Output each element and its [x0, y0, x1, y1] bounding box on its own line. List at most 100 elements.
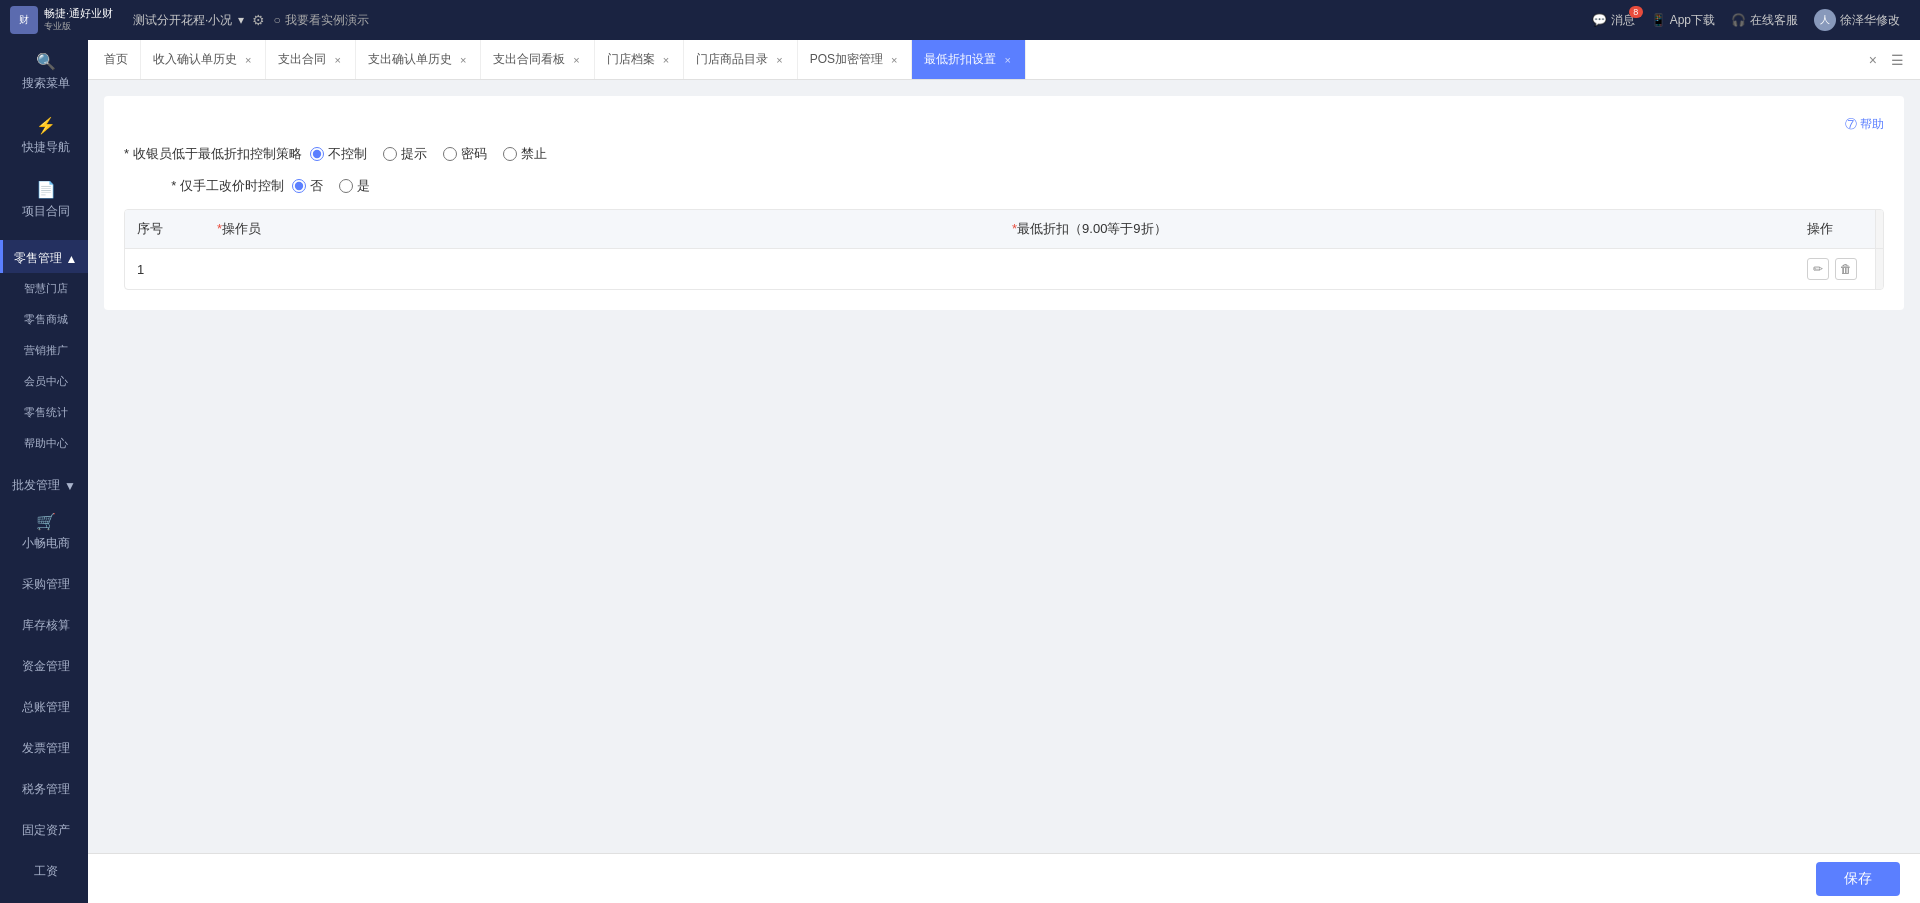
tab-close-all-icon[interactable]: ×	[1865, 50, 1881, 70]
top-bar: 财 畅捷·通好业财 专业版 测试分开花程·小况 ▾ ⚙ ○ 我要看实例演示 💬 …	[0, 0, 1920, 40]
sidebar-item-wholesale[interactable]: 批发管理 ▼	[0, 467, 88, 500]
demo-icon: ○	[273, 13, 280, 27]
tab-min-discount[interactable]: 最低折扣设置 ×	[912, 40, 1025, 80]
radio-remind-input[interactable]	[383, 147, 397, 161]
sidebar-item-help-center[interactable]: 帮助中心	[0, 428, 88, 459]
message-button[interactable]: 💬 消息 8	[1592, 12, 1635, 29]
tab-label: 首页	[104, 51, 128, 68]
demo-link[interactable]: ○ 我要看实例演示	[273, 12, 368, 29]
logo-sub: 专业版	[44, 20, 113, 33]
online-service-button[interactable]: 🎧 在线客服	[1731, 12, 1798, 29]
cashier-control-label: * 收银员低于最低折扣控制策略	[124, 145, 302, 163]
sidebar-item-label: 搜索菜单	[22, 75, 70, 92]
project-selector[interactable]: 测试分开花程·小况 ▾	[133, 12, 244, 29]
app-download-label: App下载	[1670, 12, 1715, 29]
cell-seq: 1	[125, 254, 205, 285]
radio-no-control-input[interactable]	[310, 147, 324, 161]
app-logo: 财 畅捷·通好业财 专业版	[10, 6, 113, 34]
col-header-actions: 操作	[1795, 210, 1875, 248]
sidebar-item-marketing[interactable]: 营销推广	[0, 335, 88, 366]
tab-close-icon[interactable]: ×	[332, 53, 342, 67]
radio-remind[interactable]: 提示	[383, 145, 427, 163]
radio-yes-input[interactable]	[339, 179, 353, 193]
tab-close-icon[interactable]: ×	[571, 53, 581, 67]
tab-store-product[interactable]: 门店商品目录 ×	[684, 40, 797, 80]
tab-expense-history[interactable]: 支出确认单历史 ×	[356, 40, 481, 80]
sidebar-item-smart-store[interactable]: 智慧门店	[0, 273, 88, 304]
service-icon: 🎧	[1731, 13, 1746, 27]
sidebar-item-finance[interactable]: 资金管理	[0, 646, 88, 687]
help-link[interactable]: ⑦ 帮助	[1845, 116, 1884, 133]
sidebar-item-retail-stats[interactable]: 零售统计	[0, 397, 88, 428]
sidebar-item-label: 工资	[34, 863, 58, 880]
sidebar-item-inventory[interactable]: 库存核算	[0, 605, 88, 646]
sidebar-item-invoice[interactable]: 发票管理	[0, 728, 88, 769]
radio-password[interactable]: 密码	[443, 145, 487, 163]
sidebar-item-label: 帮助中心	[24, 436, 68, 451]
sidebar-item-tax[interactable]: 税务管理	[0, 769, 88, 810]
sidebar-item-label: 会员中心	[24, 374, 68, 389]
tab-close-icon[interactable]: ×	[661, 53, 671, 67]
avatar: 人	[1814, 9, 1836, 31]
tab-label: POS加密管理	[810, 51, 883, 68]
user-menu[interactable]: 人 徐泽华修改	[1814, 9, 1900, 31]
tab-close-active-icon[interactable]: ×	[1002, 53, 1012, 67]
sidebar-item-ecommerce[interactable]: 🛒 小畅电商	[0, 500, 88, 564]
sidebar-item-purchase[interactable]: 采购管理	[0, 564, 88, 605]
edit-row-button[interactable]: ✏	[1807, 258, 1829, 280]
tab-expense-contract[interactable]: 支出合同 ×	[266, 40, 355, 80]
sidebar-item-salary[interactable]: 工资	[0, 851, 88, 892]
tab-close-icon[interactable]: ×	[243, 53, 253, 67]
save-button[interactable]: 保存	[1816, 862, 1900, 896]
tab-home[interactable]: 首页	[92, 40, 141, 80]
sidebar-bottom: ⚙	[0, 892, 88, 903]
sidebar-item-member-center[interactable]: 会员中心	[0, 366, 88, 397]
tab-label: 门店档案	[607, 51, 655, 68]
tab-label: 门店商品目录	[696, 51, 768, 68]
top-bar-right: 💬 消息 8 📱 App下载 🎧 在线客服 人 徐泽华修改	[1592, 9, 1910, 31]
settings-card: ⑦ 帮助 * 收银员低于最低折扣控制策略 不控制 提示	[104, 96, 1904, 310]
delete-row-button[interactable]: 🗑	[1835, 258, 1857, 280]
sidebar-item-quick-nav[interactable]: ⚡ 快捷导航	[0, 104, 88, 168]
sidebar-item-retail[interactable]: 零售管理 ▲	[0, 240, 88, 273]
table-rows: 1 ✏ 🗑	[125, 249, 1875, 289]
tab-bar: 首页 收入确认单历史 × 支出合同 × 支出确认单历史 × 支出合同看板 × 门…	[88, 40, 1920, 80]
table-row: 1 ✏ 🗑	[125, 249, 1875, 289]
radio-no-control[interactable]: 不控制	[310, 145, 367, 163]
sidebar-item-project-contract[interactable]: 📄 项目合同	[0, 168, 88, 232]
radio-no-label: 否	[310, 177, 323, 195]
radio-no-input[interactable]	[292, 179, 306, 193]
radio-yes[interactable]: 是	[339, 177, 370, 195]
tab-expense-board[interactable]: 支出合同看板 ×	[481, 40, 594, 80]
tab-pos-encrypt[interactable]: POS加密管理 ×	[798, 40, 913, 80]
app-download-button[interactable]: 📱 App下载	[1651, 12, 1715, 29]
radio-forbid-input[interactable]	[503, 147, 517, 161]
tab-label: 收入确认单历史	[153, 51, 237, 68]
sidebar-item-label: 资金管理	[22, 658, 70, 675]
sidebar-item-label: 税务管理	[22, 781, 70, 798]
radio-forbid[interactable]: 禁止	[503, 145, 547, 163]
tab-income-history[interactable]: 收入确认单历史 ×	[141, 40, 266, 80]
sidebar-item-label: 小畅电商	[22, 535, 70, 552]
radio-password-input[interactable]	[443, 147, 457, 161]
message-badge: 8	[1629, 6, 1643, 18]
sidebar-item-label: 批发管理	[12, 477, 60, 494]
logo-icon: 财	[10, 6, 38, 34]
sidebar-item-fixed-assets[interactable]: 固定资产	[0, 810, 88, 851]
settings-icon[interactable]: ⚙	[252, 12, 265, 28]
tab-store-file[interactable]: 门店档案 ×	[595, 40, 684, 80]
manual-control-radio-group: 否 是	[292, 177, 370, 195]
sidebar-item-ledger[interactable]: 总账管理	[0, 687, 88, 728]
ecommerce-icon: 🛒	[36, 512, 56, 531]
tab-bar-actions: × ☰	[1865, 50, 1916, 70]
quick-nav-icon: ⚡	[36, 116, 56, 135]
sidebar-item-search[interactable]: 🔍 搜索菜单	[0, 40, 88, 104]
tab-close-icon[interactable]: ×	[889, 53, 899, 67]
sidebar-item-retail-mall[interactable]: 零售商城	[0, 304, 88, 335]
radio-no[interactable]: 否	[292, 177, 323, 195]
tab-menu-icon[interactable]: ☰	[1887, 50, 1908, 70]
tab-close-icon[interactable]: ×	[774, 53, 784, 67]
tab-close-icon[interactable]: ×	[458, 53, 468, 67]
sidebar: 🔍 搜索菜单 ⚡ 快捷导航 📄 项目合同 零售管理 ▲ 智慧门店 零售商城 营销…	[0, 40, 88, 903]
chevron-down-icon: ▾	[238, 13, 244, 27]
